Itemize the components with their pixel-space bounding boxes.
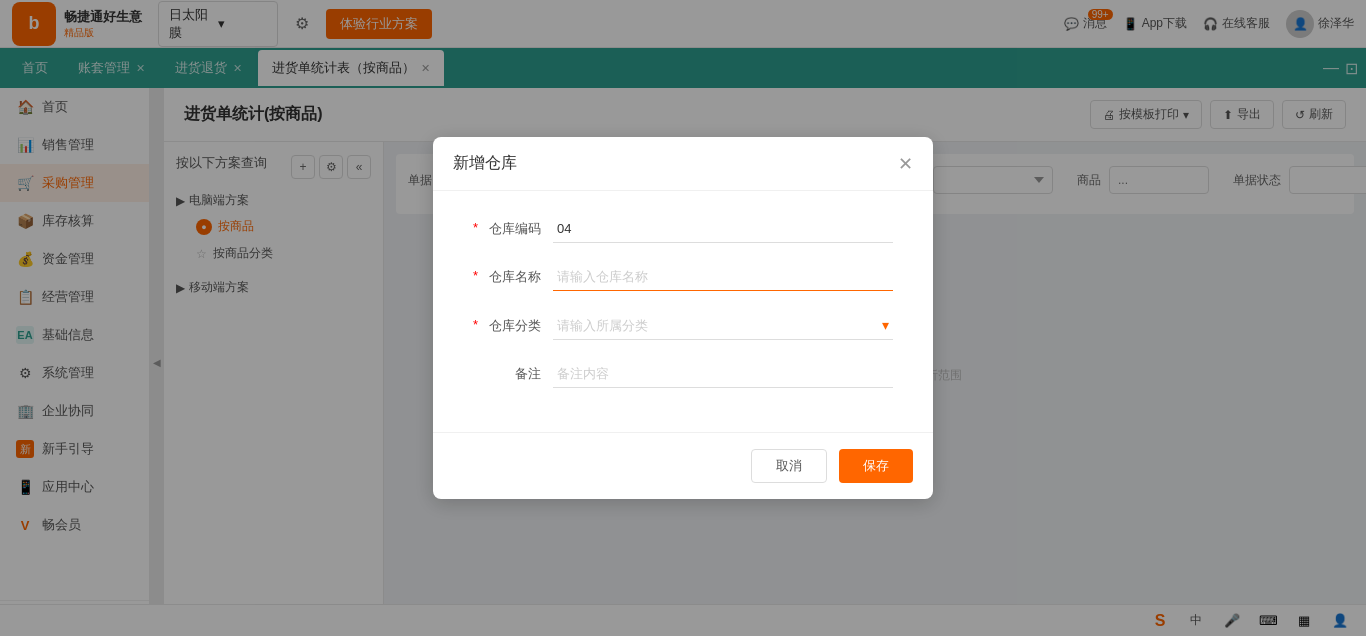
note-label: 备注 — [473, 365, 553, 383]
note-input[interactable] — [553, 360, 893, 388]
code-label: 仓库编码 — [473, 220, 553, 238]
dialog-header: 新增仓库 ✕ — [433, 137, 933, 191]
dialog-overlay: 新增仓库 ✕ 仓库编码 仓库名称 仓库分类 ▾ — [0, 0, 1366, 636]
name-input[interactable] — [553, 263, 893, 291]
category-input[interactable] — [557, 318, 882, 333]
name-label: 仓库名称 — [473, 268, 553, 286]
dialog-close-button[interactable]: ✕ — [898, 155, 913, 173]
form-row-name: 仓库名称 — [473, 263, 893, 291]
code-input[interactable] — [553, 215, 893, 243]
add-warehouse-dialog: 新增仓库 ✕ 仓库编码 仓库名称 仓库分类 ▾ — [433, 137, 933, 499]
cancel-button[interactable]: 取消 — [751, 449, 827, 483]
chevron-down-icon[interactable]: ▾ — [882, 317, 889, 333]
save-button[interactable]: 保存 — [839, 449, 913, 483]
dialog-title: 新增仓库 — [453, 153, 517, 174]
dialog-body: 仓库编码 仓库名称 仓库分类 ▾ 备注 — [433, 191, 933, 432]
form-row-category: 仓库分类 ▾ — [473, 311, 893, 340]
category-select-wrap: ▾ — [553, 311, 893, 340]
dialog-footer: 取消 保存 — [433, 432, 933, 499]
form-row-code: 仓库编码 — [473, 215, 893, 243]
form-row-note: 备注 — [473, 360, 893, 388]
category-label: 仓库分类 — [473, 317, 553, 335]
